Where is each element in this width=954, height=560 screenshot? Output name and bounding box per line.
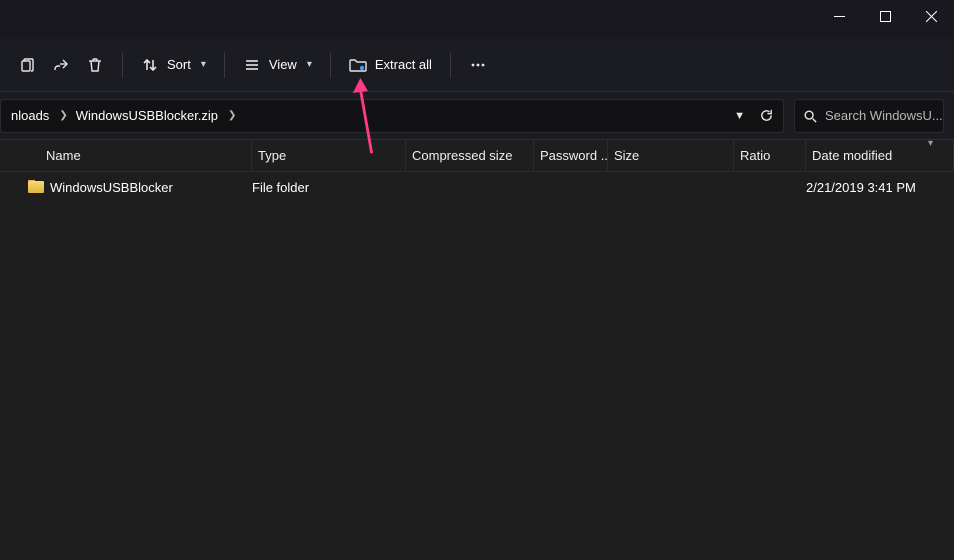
column-headers: Name Type Compressed size Password ... S… bbox=[0, 140, 954, 172]
share-icon bbox=[52, 56, 70, 74]
file-type: File folder bbox=[252, 180, 406, 195]
list-item[interactable]: WindowsUSBBlocker File folder 2/21/2019 … bbox=[0, 172, 954, 202]
close-icon bbox=[926, 11, 937, 22]
column-header-password[interactable]: Password ... bbox=[534, 140, 608, 171]
chevron-down-icon: ▾ bbox=[307, 59, 312, 70]
ellipsis-icon bbox=[469, 56, 487, 74]
toolbar-separator bbox=[122, 52, 123, 78]
column-header-ratio[interactable]: Ratio bbox=[734, 140, 806, 171]
breadcrumb-item[interactable]: WindowsUSBBlocker.zip ❯ bbox=[72, 100, 241, 132]
extract-icon bbox=[349, 56, 367, 74]
copy-button[interactable] bbox=[10, 47, 44, 83]
copy-icon bbox=[18, 56, 36, 74]
more-button[interactable] bbox=[461, 47, 495, 83]
column-header-date-modified[interactable]: Date modified ▾ bbox=[806, 140, 954, 171]
maximize-button[interactable] bbox=[862, 0, 908, 32]
view-button[interactable]: View ▾ bbox=[235, 47, 320, 83]
address-history-dropdown[interactable]: ▼ bbox=[734, 110, 745, 122]
search-box[interactable] bbox=[794, 99, 944, 133]
sort-indicator-icon: ▾ bbox=[928, 140, 933, 149]
column-header-compressed-size[interactable]: Compressed size bbox=[406, 140, 534, 171]
chevron-right-icon: ❯ bbox=[228, 110, 236, 121]
view-icon bbox=[243, 56, 261, 74]
title-bar bbox=[0, 0, 954, 38]
delete-button[interactable] bbox=[78, 47, 112, 83]
view-label: View bbox=[269, 57, 297, 72]
refresh-button[interactable] bbox=[757, 107, 775, 125]
column-header-size[interactable]: Size bbox=[608, 140, 734, 171]
refresh-icon bbox=[759, 108, 774, 123]
folder-icon bbox=[28, 181, 44, 193]
column-header-type[interactable]: Type bbox=[252, 140, 406, 171]
breadcrumb-label: nloads bbox=[11, 108, 49, 123]
trash-icon bbox=[86, 56, 104, 74]
sort-button[interactable]: Sort ▾ bbox=[133, 47, 214, 83]
file-list: WindowsUSBBlocker File folder 2/21/2019 … bbox=[0, 172, 954, 560]
column-header-name[interactable]: Name bbox=[40, 140, 252, 171]
address-bar-row: nloads ❯ WindowsUSBBlocker.zip ❯ ▼ bbox=[0, 92, 954, 140]
extract-all-button[interactable]: Extract all bbox=[341, 47, 440, 83]
toolbar-separator bbox=[224, 52, 225, 78]
address-bar[interactable]: nloads ❯ WindowsUSBBlocker.zip ❯ ▼ bbox=[0, 99, 784, 133]
toolbar-separator bbox=[450, 52, 451, 78]
close-button[interactable] bbox=[908, 0, 954, 32]
toolbar: Sort ▾ View ▾ Extract all bbox=[0, 38, 954, 92]
breadcrumb-item[interactable]: nloads ❯ bbox=[7, 100, 72, 132]
search-icon bbox=[803, 107, 817, 125]
sort-label: Sort bbox=[167, 57, 191, 72]
search-input[interactable] bbox=[825, 108, 954, 123]
window-controls bbox=[816, 0, 954, 32]
toolbar-separator bbox=[330, 52, 331, 78]
share-button[interactable] bbox=[44, 47, 78, 83]
minimize-icon bbox=[834, 11, 845, 22]
extract-all-label: Extract all bbox=[375, 57, 432, 72]
maximize-icon bbox=[880, 11, 891, 22]
breadcrumb-label: WindowsUSBBlocker.zip bbox=[76, 108, 218, 123]
sort-icon bbox=[141, 56, 159, 74]
file-date-modified: 2/21/2019 3:41 PM bbox=[806, 180, 954, 195]
chevron-down-icon: ▾ bbox=[201, 59, 206, 70]
file-name: WindowsUSBBlocker bbox=[50, 180, 173, 195]
chevron-right-icon: ❯ bbox=[59, 110, 67, 121]
minimize-button[interactable] bbox=[816, 0, 862, 32]
